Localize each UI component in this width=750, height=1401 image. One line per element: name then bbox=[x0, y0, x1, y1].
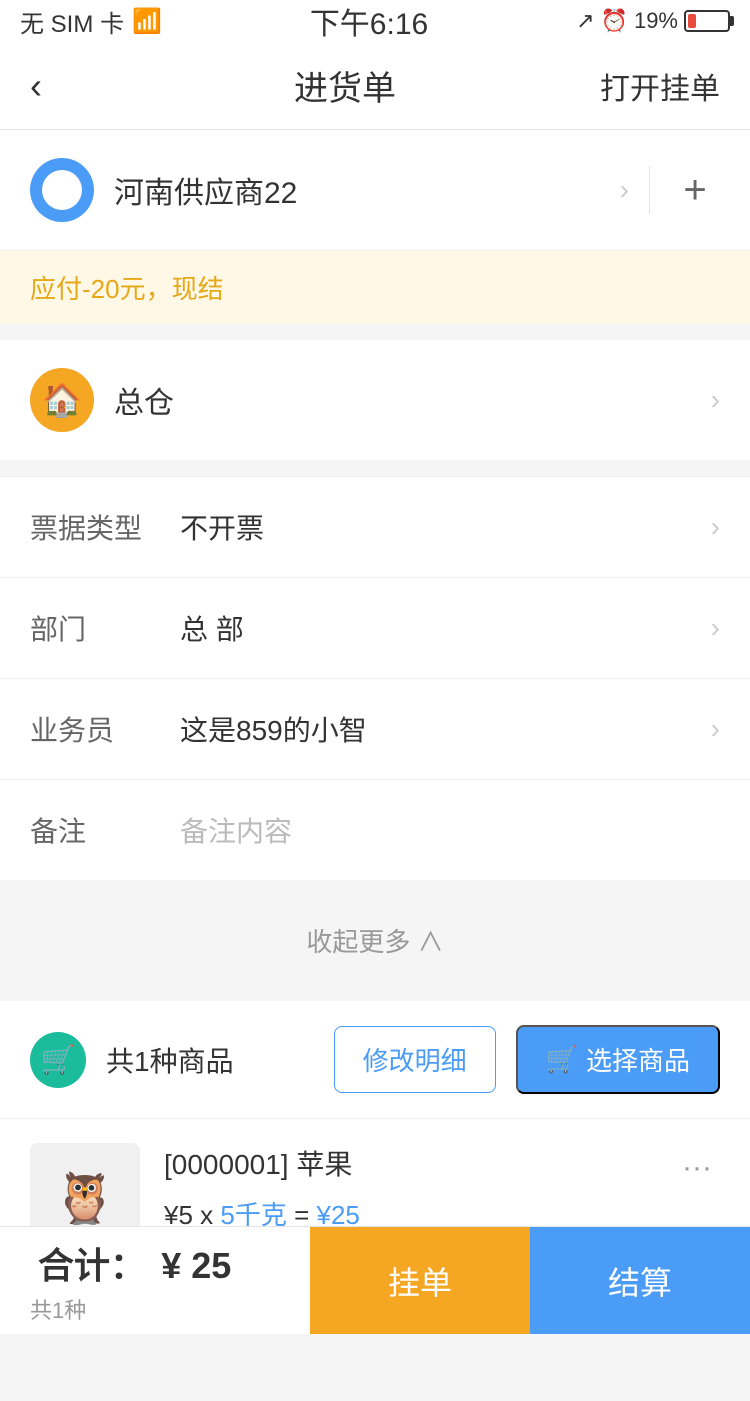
dept-chevron-icon: › bbox=[711, 612, 720, 644]
dept-row[interactable]: 部门 总 部 › bbox=[0, 577, 750, 678]
status-bar: 无 SIM 卡 📶 下午6:16 ↗ ⏰ 19% bbox=[0, 0, 750, 42]
main-content: 河南供应商22 › + 应付-20元，现结 🏠 总仓 › 票据类型 不开票 › … bbox=[0, 130, 750, 1401]
status-right: ↗ ⏰ 19% bbox=[576, 8, 730, 34]
dept-label: 部门 bbox=[30, 608, 160, 648]
location-icon: ↗ bbox=[576, 8, 594, 34]
status-time: 下午6:16 bbox=[310, 0, 428, 43]
collapse-label: 收起更多 ∧ bbox=[306, 922, 443, 959]
select-cart-icon: 🛒 bbox=[546, 1044, 578, 1075]
remark-row[interactable]: 备注 备注内容 bbox=[0, 779, 750, 880]
product-header: 🛒 共1种商品 修改明细 🛒 选择商品 bbox=[0, 1001, 750, 1118]
page-title: 进货单 bbox=[294, 61, 396, 110]
select-product-button[interactable]: 🛒 选择商品 bbox=[516, 1025, 720, 1094]
bottom-bar: 合计： ¥ 25 共1种 挂单 结算 bbox=[0, 1226, 750, 1334]
status-left: 无 SIM 卡 📶 bbox=[20, 4, 162, 39]
total-section: 合计： ¥ 25 共1种 bbox=[0, 1227, 310, 1334]
product-code: [0000001] bbox=[164, 1149, 289, 1180]
total-line1: 合计： ¥ 25 bbox=[30, 1237, 280, 1289]
notice-bar: 应付-20元，现结 bbox=[0, 251, 750, 324]
warehouse-chevron-icon: › bbox=[711, 384, 720, 416]
nav-bar: ‹ 进货单 打开挂单 bbox=[0, 42, 750, 130]
select-btn-label: 选择商品 bbox=[586, 1041, 690, 1078]
checkout-button[interactable]: 结算 bbox=[530, 1227, 750, 1334]
total-line2: 共1种 bbox=[30, 1293, 280, 1325]
warehouse-section: 🏠 总仓 › bbox=[0, 340, 750, 460]
supplier-section: 河南供应商22 › + 应付-20元，现结 bbox=[0, 130, 750, 324]
warehouse-name: 总仓 bbox=[114, 378, 711, 422]
open-hold-button[interactable]: 打开挂单 bbox=[600, 64, 720, 108]
total-label: 合计： bbox=[38, 1245, 146, 1286]
hold-button[interactable]: 挂单 bbox=[310, 1227, 530, 1334]
form-section: 票据类型 不开票 › 部门 总 部 › 业务员 这是859的小智 › 备注 备注… bbox=[0, 476, 750, 880]
notice-text: 应付-20元，现结 bbox=[30, 274, 224, 304]
product-title: [0000001] 苹果 bbox=[164, 1143, 650, 1183]
add-button[interactable]: + bbox=[670, 168, 720, 213]
warehouse-icon: 🏠 bbox=[30, 368, 94, 432]
cart-icon: 🛒 bbox=[41, 1043, 76, 1076]
salesman-chevron-icon: › bbox=[711, 713, 720, 745]
edit-detail-button[interactable]: 修改明细 bbox=[334, 1026, 496, 1093]
salesman-value: 这是859的小智 bbox=[160, 709, 711, 749]
salesman-row[interactable]: 业务员 这是859的小智 › bbox=[0, 678, 750, 779]
section-gap bbox=[0, 985, 750, 1001]
supplier-row[interactable]: 河南供应商22 › + bbox=[0, 130, 750, 251]
product-thumb-icon: 🦉 bbox=[54, 1169, 116, 1228]
divider bbox=[649, 166, 650, 214]
ticket-row[interactable]: 票据类型 不开票 › bbox=[0, 476, 750, 577]
supplier-chevron-icon: › bbox=[620, 174, 629, 206]
dept-value: 总 部 bbox=[160, 608, 711, 648]
salesman-label: 业务员 bbox=[30, 709, 160, 749]
battery-pct: 19% bbox=[634, 8, 678, 34]
remark-label: 备注 bbox=[30, 810, 160, 850]
ticket-chevron-icon: › bbox=[711, 511, 720, 543]
carrier-label: 无 SIM 卡 bbox=[20, 4, 124, 39]
battery-icon bbox=[684, 10, 730, 32]
more-button[interactable]: ··· bbox=[674, 1143, 720, 1193]
total-amount: ¥ 25 bbox=[161, 1245, 231, 1286]
remark-input[interactable]: 备注内容 bbox=[160, 810, 720, 850]
warehouse-row[interactable]: 🏠 总仓 › bbox=[0, 340, 750, 460]
product-count: 共1种商品 bbox=[106, 1040, 314, 1080]
product-info: [0000001] 苹果 ¥5 x 5千克 = ¥25 bbox=[164, 1143, 650, 1232]
collapse-row[interactable]: 收起更多 ∧ bbox=[0, 896, 750, 985]
supplier-name: 河南供应商22 bbox=[114, 168, 620, 212]
product-icon: 🛒 bbox=[30, 1032, 86, 1088]
back-button[interactable]: ‹ bbox=[30, 65, 90, 107]
ticket-label: 票据类型 bbox=[30, 507, 160, 547]
ticket-value: 不开票 bbox=[160, 507, 711, 547]
supplier-avatar bbox=[30, 158, 94, 222]
alarm-icon: ⏰ bbox=[601, 8, 628, 34]
product-name: 苹果 bbox=[296, 1149, 352, 1180]
wifi-icon: 📶 bbox=[132, 7, 162, 36]
